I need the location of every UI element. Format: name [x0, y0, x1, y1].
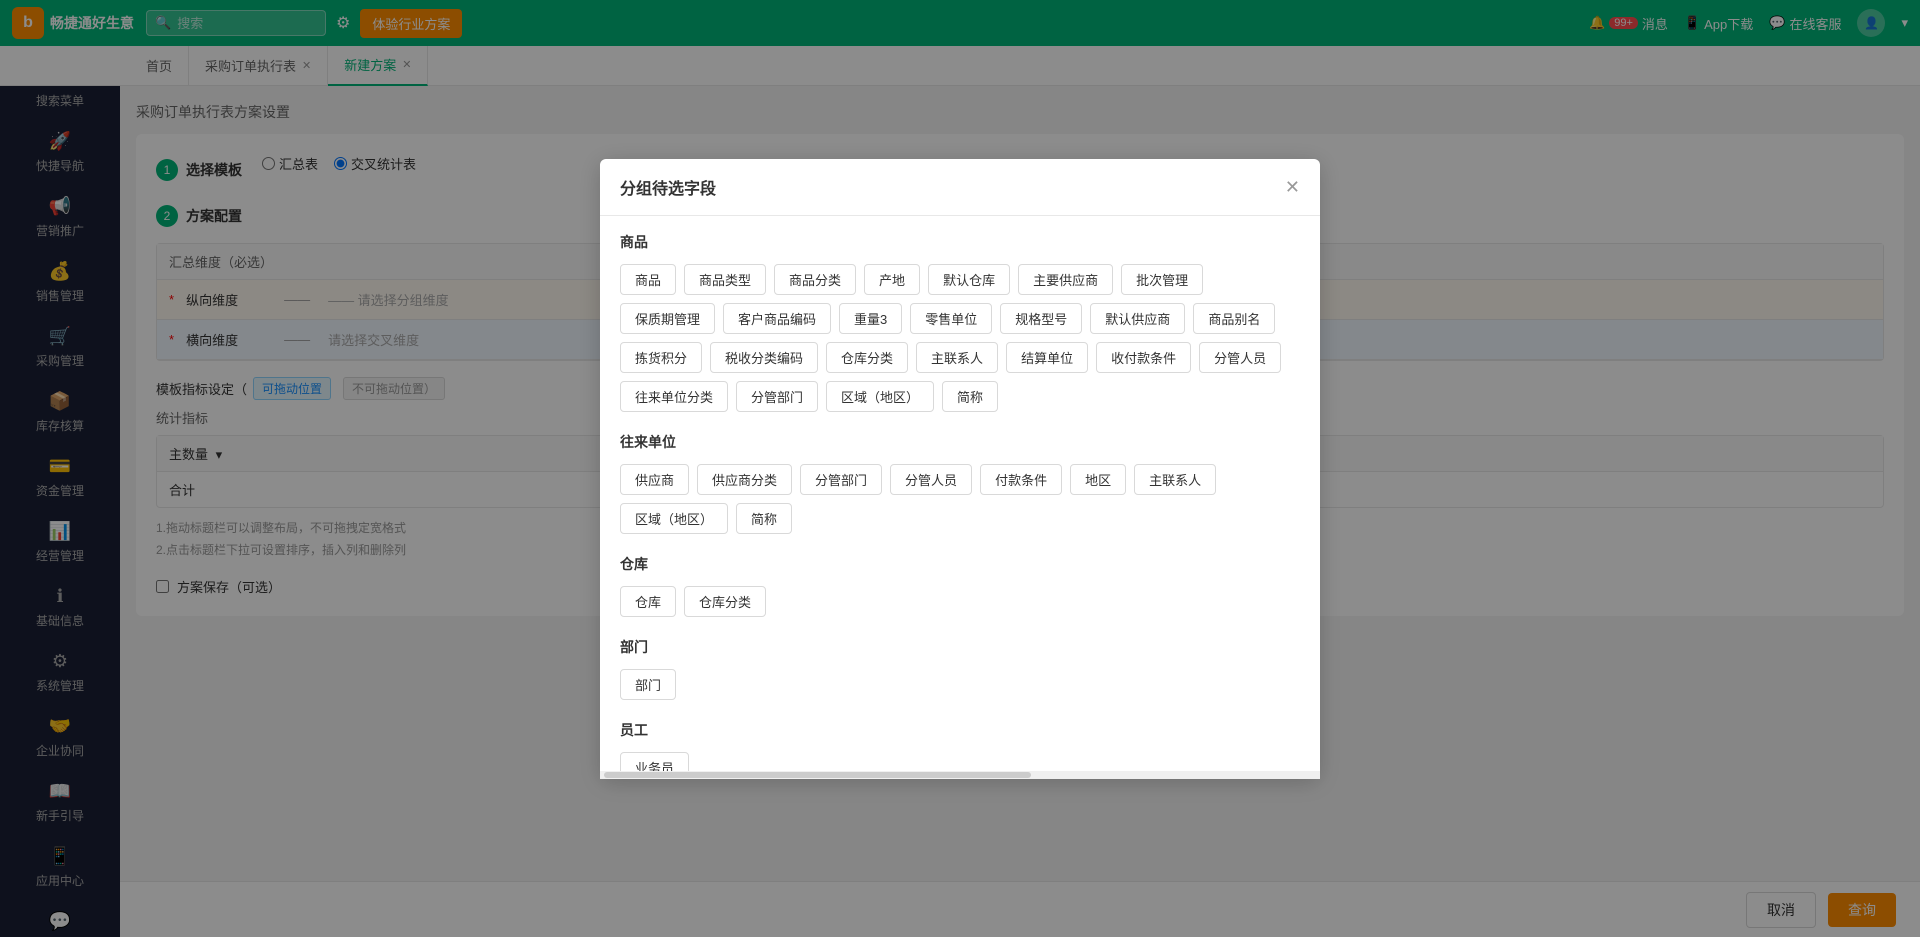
field-section-商品: 商品商品商品类型商品分类产地默认仓库主要供应商批次管理保质期管理客户商品编码重量…	[620, 232, 1300, 412]
field-tag[interactable]: 商品	[620, 264, 676, 295]
field-tag[interactable]: 仓库分类	[826, 342, 908, 373]
field-tag[interactable]: 结算单位	[1006, 342, 1088, 373]
field-tag[interactable]: 分管人员	[890, 464, 972, 495]
modal-hscroll-thumb	[604, 772, 1031, 778]
field-tag[interactable]: 默认仓库	[928, 264, 1010, 295]
field-tag[interactable]: 分管部门	[800, 464, 882, 495]
field-tag[interactable]: 默认供应商	[1090, 303, 1185, 334]
field-tag[interactable]: 供应商分类	[697, 464, 792, 495]
field-tags: 业务员	[620, 752, 1300, 771]
field-tag[interactable]: 规格型号	[1000, 303, 1082, 334]
field-tag[interactable]: 分管人员	[1199, 342, 1281, 373]
field-tag[interactable]: 收付款条件	[1096, 342, 1191, 373]
field-tag[interactable]: 商品分类	[774, 264, 856, 295]
modal-header: 分组待选字段 ✕	[600, 159, 1320, 216]
field-tag[interactable]: 简称	[736, 503, 792, 534]
modal-sections: 商品商品商品类型商品分类产地默认仓库主要供应商批次管理保质期管理客户商品编码重量…	[620, 232, 1300, 771]
field-tag[interactable]: 地区	[1070, 464, 1126, 495]
field-tags: 商品商品类型商品分类产地默认仓库主要供应商批次管理保质期管理客户商品编码重量3 零…	[620, 264, 1300, 412]
field-section-往来单位: 往来单位供应商供应商分类分管部门分管人员付款条件地区主联系人区域（地区） 简称	[620, 432, 1300, 534]
modal-hscroll[interactable]	[600, 771, 1320, 779]
modal-body: 商品商品商品类型商品分类产地默认仓库主要供应商批次管理保质期管理客户商品编码重量…	[600, 216, 1320, 771]
field-section-员工: 员工业务员	[620, 720, 1300, 771]
field-section-部门: 部门部门	[620, 637, 1300, 700]
field-section-title: 部门	[620, 637, 1300, 657]
modal-title: 分组待选字段	[620, 175, 716, 199]
modal-overlay[interactable]: 分组待选字段 ✕ 商品商品商品类型商品分类产地默认仓库主要供应商批次管理保质期管…	[0, 0, 1920, 937]
field-tag[interactable]: 商品别名	[1193, 303, 1275, 334]
field-section-title: 仓库	[620, 554, 1300, 574]
field-tag[interactable]: 区域（地区）	[620, 503, 728, 534]
field-tags: 供应商供应商分类分管部门分管人员付款条件地区主联系人区域（地区） 简称	[620, 464, 1300, 534]
field-section-仓库: 仓库仓库仓库分类	[620, 554, 1300, 617]
field-tag[interactable]: 拣货积分	[620, 342, 702, 373]
field-tag[interactable]: 零售单位	[910, 303, 992, 334]
field-tag[interactable]: 批次管理	[1121, 264, 1203, 295]
field-tags: 仓库仓库分类	[620, 586, 1300, 617]
field-tag[interactable]: 付款条件	[980, 464, 1062, 495]
field-section-title: 往来单位	[620, 432, 1300, 452]
field-tag[interactable]: 业务员	[620, 752, 689, 771]
field-tag[interactable]: 分管部门	[736, 381, 818, 412]
field-tag[interactable]: 简称	[942, 381, 998, 412]
field-tag[interactable]: 主要供应商	[1018, 264, 1113, 295]
modal: 分组待选字段 ✕ 商品商品商品类型商品分类产地默认仓库主要供应商批次管理保质期管…	[600, 159, 1320, 779]
field-section-title: 商品	[620, 232, 1300, 252]
field-tag[interactable]: 保质期管理	[620, 303, 715, 334]
field-tag[interactable]: 部门	[620, 669, 676, 700]
field-section-title: 员工	[620, 720, 1300, 740]
field-tag[interactable]: 往来单位分类	[620, 381, 728, 412]
modal-close-button[interactable]: ✕	[1285, 178, 1300, 196]
field-tag[interactable]: 供应商	[620, 464, 689, 495]
field-tag[interactable]: 客户商品编码	[723, 303, 831, 334]
field-tag[interactable]: 主联系人	[916, 342, 998, 373]
field-tag[interactable]: 仓库分类	[684, 586, 766, 617]
field-tags: 部门	[620, 669, 1300, 700]
field-tag[interactable]: 主联系人	[1134, 464, 1216, 495]
field-tag[interactable]: 产地	[864, 264, 920, 295]
field-tag[interactable]: 仓库	[620, 586, 676, 617]
field-tag[interactable]: 重量3	[839, 303, 902, 334]
field-tag[interactable]: 商品类型	[684, 264, 766, 295]
field-tag[interactable]: 区域（地区）	[826, 381, 934, 412]
field-tag[interactable]: 税收分类编码	[710, 342, 818, 373]
